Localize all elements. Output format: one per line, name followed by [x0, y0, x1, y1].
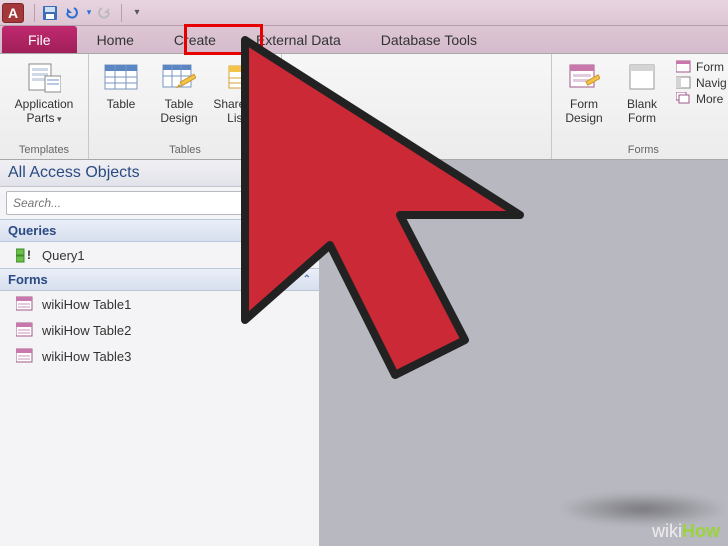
watermark: wikiHow: [652, 521, 720, 542]
nav-item-query[interactable]: ! Query1: [0, 242, 319, 268]
ribbon-tabstrip: File Home Create External Data Database …: [0, 26, 728, 54]
content-area: All Access Objects « 🔍 Queries ⌃ ! Query…: [0, 160, 728, 546]
table-design-icon: [162, 60, 196, 94]
navigation-button[interactable]: Navig: [676, 76, 727, 90]
nav-section-forms: Forms ⌃ wikiHow Table1 wikiHow Table2 wi…: [0, 268, 319, 369]
nav-item-form[interactable]: wikiHow Table3: [0, 343, 319, 369]
sharepoint-lists-button[interactable]: SharePoint Lists: [213, 58, 273, 126]
ribbon: Application Parts Templates Table Table …: [0, 54, 728, 160]
nav-item-form[interactable]: wikiHow Table2: [0, 317, 319, 343]
document-area: [320, 160, 728, 546]
search-input[interactable]: [6, 191, 313, 215]
blank-form-icon: [625, 60, 659, 94]
ribbon-group-label: Tables: [97, 142, 273, 159]
sharepoint-lists-label: SharePoint Lists: [213, 98, 272, 126]
form-mini-icon: [676, 60, 692, 74]
blank-form-button[interactable]: Blank Form: [618, 58, 666, 126]
tab-home[interactable]: Home: [77, 26, 154, 53]
qat-customize-icon[interactable]: ▾: [126, 2, 148, 24]
redo-icon: [95, 2, 117, 24]
ribbon-group-label: Templates: [8, 142, 80, 159]
table-icon: [104, 60, 138, 94]
nav-item-label: wikiHow Table1: [42, 297, 131, 312]
search-icon[interactable]: 🔍: [292, 195, 308, 211]
nav-section-title: Forms: [8, 272, 48, 287]
table-design-label: Table Design: [160, 98, 197, 126]
quick-access-toolbar: A ▾ ▾: [0, 0, 728, 26]
tab-file[interactable]: File: [2, 26, 77, 53]
more-forms-button[interactable]: More: [676, 92, 727, 106]
nav-section-head[interactable]: Forms ⌃: [0, 268, 319, 291]
tab-create[interactable]: Create: [154, 26, 236, 53]
form-wizard-label: Form: [696, 60, 724, 74]
undo-icon[interactable]: [61, 2, 83, 24]
more-forms-label: More: [696, 92, 723, 106]
nav-section-queries: Queries ⌃ ! Query1: [0, 219, 319, 268]
nav-item-form[interactable]: wikiHow Table1: [0, 291, 319, 317]
navigation-pane: All Access Objects « 🔍 Queries ⌃ ! Query…: [0, 160, 320, 546]
navigation-label: Navig: [696, 76, 727, 90]
svg-text:!: !: [27, 248, 31, 262]
ribbon-group-label: [290, 154, 543, 159]
form-design-button[interactable]: Form Design: [560, 58, 608, 126]
query-icon: !: [16, 247, 34, 263]
ribbon-group-hidden: [282, 54, 552, 159]
nav-item-label: wikiHow Table3: [42, 349, 131, 364]
navigation-mini-icon: [676, 76, 692, 90]
more-forms-mini-icon: [676, 92, 692, 106]
qat-separator: [34, 4, 35, 22]
table-design-button[interactable]: Table Design: [155, 58, 203, 126]
table-label: Table: [107, 98, 136, 112]
application-parts-icon: [27, 60, 61, 94]
watermark-suffix: How: [682, 521, 720, 541]
form-icon: [16, 348, 34, 364]
form-icon: [16, 322, 34, 338]
tab-external-data[interactable]: External Data: [236, 26, 361, 53]
nav-header[interactable]: All Access Objects «: [0, 160, 319, 187]
save-icon[interactable]: [39, 2, 61, 24]
blank-form-label: Blank Form: [627, 98, 657, 126]
form-design-icon: [567, 60, 601, 94]
form-wizard-button[interactable]: Form: [676, 60, 727, 74]
nav-item-label: Query1: [42, 248, 85, 263]
nav-filter-icon[interactable]: [271, 165, 289, 181]
nav-search: 🔍: [6, 191, 313, 215]
form-design-label: Form Design: [565, 98, 602, 126]
watermark-prefix: wiki: [652, 521, 682, 541]
ribbon-group-templates: Application Parts Templates: [0, 54, 89, 159]
application-parts-button[interactable]: Application Parts: [8, 58, 80, 126]
forms-more-list: Form Navig More: [676, 58, 727, 106]
ribbon-group-forms: Form Design Blank Form Form Navig: [552, 54, 728, 159]
nav-section-title: Queries: [8, 223, 56, 238]
ribbon-group-label: Forms: [560, 142, 727, 159]
chevron-up-icon: ⌃: [303, 274, 311, 285]
nav-title: All Access Objects: [8, 164, 140, 182]
nav-collapse-icon[interactable]: «: [293, 165, 311, 181]
table-button[interactable]: Table: [97, 58, 145, 112]
tab-database-tools[interactable]: Database Tools: [361, 26, 497, 53]
chevron-up-icon: ⌃: [303, 225, 311, 236]
nav-section-head[interactable]: Queries ⌃: [0, 219, 319, 242]
undo-more-icon[interactable]: ▾: [83, 2, 95, 24]
application-parts-label: Application Parts: [15, 98, 74, 126]
qat-separator: [121, 4, 122, 22]
sharepoint-lists-icon: [226, 60, 260, 94]
nav-item-label: wikiHow Table2: [42, 323, 131, 338]
form-icon: [16, 296, 34, 312]
app-badge[interactable]: A: [2, 3, 24, 23]
ribbon-group-tables: Table Table Design SharePoint Lists Tabl…: [89, 54, 282, 159]
